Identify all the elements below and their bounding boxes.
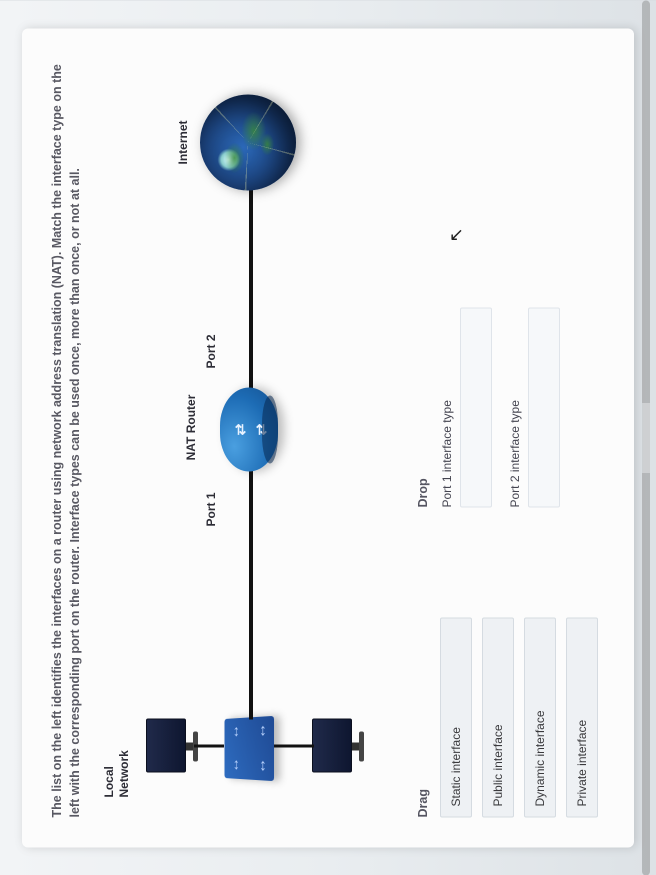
drag-item-public-interface[interactable]: Public interface — [482, 617, 514, 817]
cursor-icon: ↖ — [446, 227, 467, 242]
connector-line — [274, 744, 314, 747]
drag-item-dynamic-interface[interactable]: Dynamic interface — [524, 617, 556, 817]
internet-label: Internet — [176, 97, 190, 187]
drop-column: ↖ Drop Port 1 interface type Port 2 inte… — [416, 307, 608, 507]
drag-header: Drag — [416, 617, 430, 817]
router-label: NAT Router — [184, 367, 198, 487]
drop-header: Drop — [416, 307, 430, 507]
pc-icon — [312, 720, 364, 772]
port2-label: Port 2 — [204, 321, 218, 381]
connector-line — [249, 469, 253, 719]
drag-item-static-interface[interactable]: Static interface — [440, 617, 472, 817]
drop-slot-port2[interactable] — [528, 307, 560, 507]
drop-target-port1: Port 1 interface type — [440, 307, 492, 507]
drop-label: Port 1 interface type — [440, 307, 454, 507]
drag-column: Drag Static interface Public interface D… — [416, 617, 608, 817]
switch-icon: ↔↔ ↔↔ — [225, 715, 275, 780]
local-network-label: Local Network — [102, 707, 131, 797]
internet-icon — [200, 87, 296, 197]
scrollbar-horizontal[interactable] — [642, 0, 650, 875]
drop-target-port2: Port 2 interface type — [508, 307, 560, 507]
connector-line — [194, 744, 224, 747]
drop-label: Port 2 interface type — [508, 307, 522, 507]
drop-slot-port1[interactable] — [460, 307, 492, 507]
question-instructions: The list on the left identifies the inte… — [48, 58, 84, 817]
question-card: The list on the left identifies the inte… — [22, 28, 634, 847]
network-diagram: Local Network ↔↔ ↔↔ NAT Router Port 1 Po… — [102, 58, 402, 817]
port1-label: Port 1 — [204, 479, 218, 539]
connector-line — [249, 179, 253, 389]
router-icon: ⇄⇄ — [220, 387, 278, 471]
drag-item-private-interface[interactable]: Private interface — [566, 617, 598, 817]
pc-icon — [146, 720, 198, 772]
